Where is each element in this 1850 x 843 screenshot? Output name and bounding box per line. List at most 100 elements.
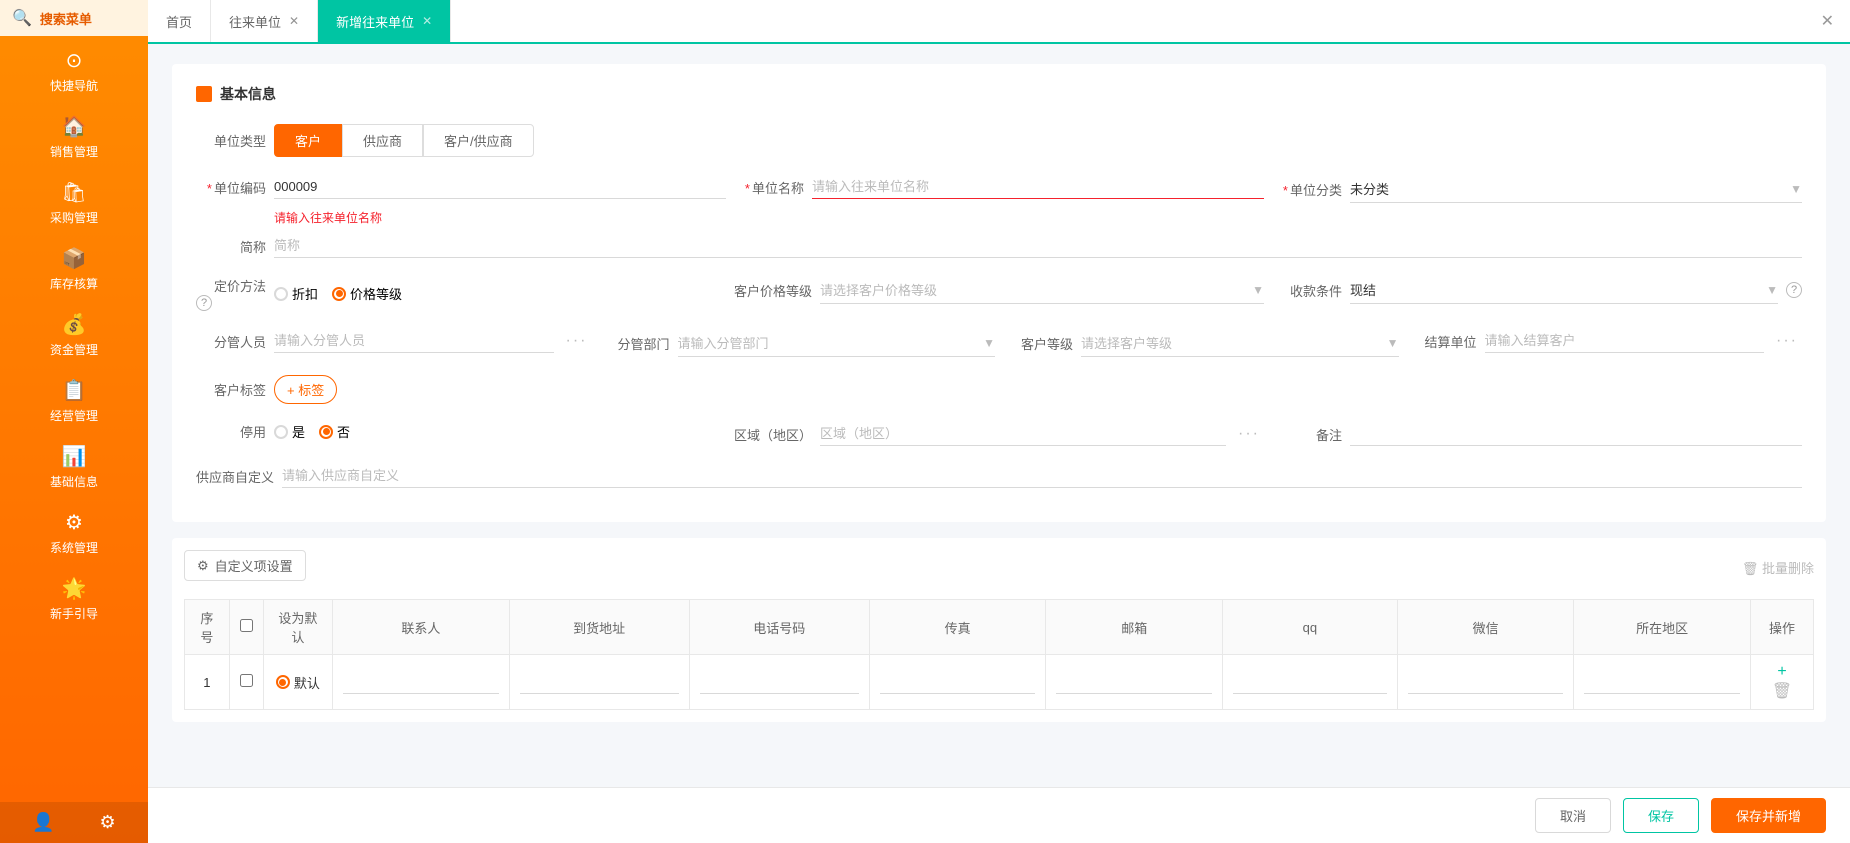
short-name-input[interactable]: [274, 234, 1802, 258]
close-all-tabs[interactable]: ✕: [1821, 11, 1834, 31]
pricing-discount[interactable]: 折扣: [274, 284, 318, 303]
tab-partner-list[interactable]: 往来单位 ✕: [211, 0, 318, 42]
col-fax: 传真: [869, 600, 1046, 655]
sidebar-item-label: 新手引导: [50, 605, 98, 622]
pricing-help-icon[interactable]: ?: [196, 295, 212, 311]
tag-row: 客户标签 + 标签: [196, 375, 1802, 404]
add-tag-button[interactable]: + 标签: [274, 375, 337, 404]
row-delete-button[interactable]: 🗑: [1772, 683, 1792, 700]
tab-new-partner[interactable]: 新增往来单位 ✕: [318, 0, 451, 42]
disabled-yes[interactable]: 是: [274, 422, 305, 441]
batch-delete-button[interactable]: 🗑 批量删除: [1742, 558, 1814, 577]
row-add-button[interactable]: +: [1777, 663, 1786, 680]
default-radio-item[interactable]: 默认: [274, 673, 322, 692]
sidebar-item-sales[interactable]: 🏠 销售管理: [0, 102, 148, 168]
sidebar-item-purchase[interactable]: 🛍 采购管理: [0, 168, 148, 234]
sidebar-item-label: 基础信息: [50, 473, 98, 490]
custom-settings-button[interactable]: ⚙ 自定义项设置: [184, 550, 306, 581]
email-input[interactable]: [1056, 670, 1212, 694]
cell-contact[interactable]: [333, 655, 510, 710]
department-select[interactable]: 请输入分管部门 ▼: [678, 329, 996, 357]
table-section: ⚙ 自定义项设置 🗑 批量删除 序号 设为默认 联系人 到货地址 电话: [172, 538, 1826, 722]
cell-address[interactable]: [509, 655, 689, 710]
col-qq: qq: [1222, 600, 1397, 655]
tab-partner-list-close[interactable]: ✕: [289, 14, 299, 28]
manager-more[interactable]: ···: [562, 332, 592, 350]
unit-type-group: 客户 供应商 客户/供应商: [274, 124, 534, 157]
col-checkbox[interactable]: [229, 600, 263, 655]
region-label: 区域（地区）: [734, 425, 812, 444]
customer-level-field: 客户等级 请选择客户等级 ▼: [1003, 329, 1399, 357]
cell-fax[interactable]: [869, 655, 1046, 710]
cell-wechat[interactable]: [1397, 655, 1574, 710]
customer-level-select[interactable]: 请选择客户等级 ▼: [1081, 329, 1399, 357]
sidebar-item-label: 快捷导航: [50, 77, 98, 94]
customer-price-level-label: 客户价格等级: [734, 281, 812, 300]
settlement-unit-input[interactable]: [1485, 329, 1765, 353]
sidebar-item-new-guide[interactable]: 🌟 新手引导: [0, 564, 148, 630]
customer-price-level-select[interactable]: 请选择客户价格等级 ▼: [820, 276, 1264, 304]
manager-input[interactable]: [274, 329, 554, 353]
sidebar-item-operations[interactable]: 📋 经营管理: [0, 366, 148, 432]
sidebar-item-quick-nav[interactable]: ⊙ 快捷导航: [0, 36, 148, 102]
unit-name-input[interactable]: [812, 175, 1264, 199]
tab-new-partner-close[interactable]: ✕: [422, 14, 432, 28]
phone-input[interactable]: [700, 670, 859, 694]
contact-input[interactable]: [343, 670, 499, 694]
pricing-price-level[interactable]: 价格等级: [332, 284, 402, 303]
pricing-discount-label: 折扣: [292, 284, 318, 303]
cell-checkbox[interactable]: [229, 655, 263, 710]
cell-email[interactable]: [1046, 655, 1223, 710]
sidebar: 🔍 搜索菜单 ⊙ 快捷导航 🏠 销售管理 🛍 采购管理 📦 库存核算 💰 资金管…: [0, 0, 148, 843]
disabled-no[interactable]: 否: [319, 422, 350, 441]
location-input[interactable]: [1584, 670, 1740, 694]
unit-type-supplier[interactable]: 供应商: [342, 124, 423, 157]
sidebar-item-inventory[interactable]: 📦 库存核算: [0, 234, 148, 300]
sidebar-item-finance[interactable]: 💰 资金管理: [0, 300, 148, 366]
row-checkbox[interactable]: [240, 674, 253, 687]
customer-tag-field: 客户标签 + 标签: [196, 375, 1802, 404]
address-input[interactable]: [520, 670, 679, 694]
cancel-button[interactable]: 取消: [1535, 798, 1611, 833]
unit-code-field: *单位编码: [196, 175, 726, 199]
sidebar-item-basic-info[interactable]: 📊 基础信息: [0, 432, 148, 498]
col-actions: 操作: [1750, 600, 1813, 655]
settlement-unit-more[interactable]: ···: [1772, 332, 1802, 350]
disabled-no-label: 否: [337, 422, 350, 441]
qq-input[interactable]: [1233, 670, 1387, 694]
cell-qq[interactable]: [1222, 655, 1397, 710]
unit-type-both[interactable]: 客户/供应商: [423, 124, 534, 157]
wechat-input[interactable]: [1408, 670, 1564, 694]
customer-level-label: 客户等级: [1003, 334, 1073, 353]
col-address: 到货地址: [509, 600, 689, 655]
cell-phone[interactable]: [689, 655, 869, 710]
supplier-custom-input[interactable]: [282, 464, 1802, 488]
remark-input[interactable]: [1350, 422, 1802, 446]
cell-location[interactable]: [1574, 655, 1751, 710]
manager-row: 分管人员 ··· 分管部门 请输入分管部门 ▼ 客户等级 请选择客户等级 ▼: [196, 329, 1802, 357]
cell-actions: + 🗑: [1750, 655, 1813, 710]
region-input[interactable]: [820, 422, 1226, 446]
custom-settings-label: 自定义项设置: [215, 556, 293, 575]
fax-input[interactable]: [880, 670, 1036, 694]
sidebar-search[interactable]: 🔍 搜索菜单: [0, 0, 148, 36]
contact-table: 序号 设为默认 联系人 到货地址 电话号码 传真 邮箱 qq 微信 所在地区 操…: [184, 599, 1814, 710]
tab-home[interactable]: 首页: [148, 0, 211, 42]
pricing-level-radio: [332, 287, 346, 301]
system-icon: ⚙: [65, 510, 83, 535]
payment-terms-help[interactable]: ?: [1786, 282, 1802, 298]
save-button[interactable]: 保存: [1623, 798, 1699, 833]
select-all-checkbox[interactable]: [240, 619, 253, 632]
unit-type-customer[interactable]: 客户: [274, 124, 342, 157]
unit-category-select[interactable]: 未分类 ▼: [1350, 175, 1802, 203]
settings-icon[interactable]: ⚙: [100, 812, 116, 833]
payment-terms-value: 现结: [1350, 280, 1762, 299]
sidebar-item-label: 销售管理: [50, 143, 98, 160]
sidebar-item-system[interactable]: ⚙ 系统管理: [0, 498, 148, 564]
region-more[interactable]: ···: [1234, 425, 1264, 443]
user-icon[interactable]: 👤: [32, 812, 54, 833]
save-new-button[interactable]: 保存并新增: [1711, 798, 1826, 833]
unit-code-input[interactable]: [274, 175, 726, 199]
payment-terms-select[interactable]: 现结 ▼: [1350, 276, 1778, 304]
unit-name-label: *单位名称: [734, 178, 804, 197]
